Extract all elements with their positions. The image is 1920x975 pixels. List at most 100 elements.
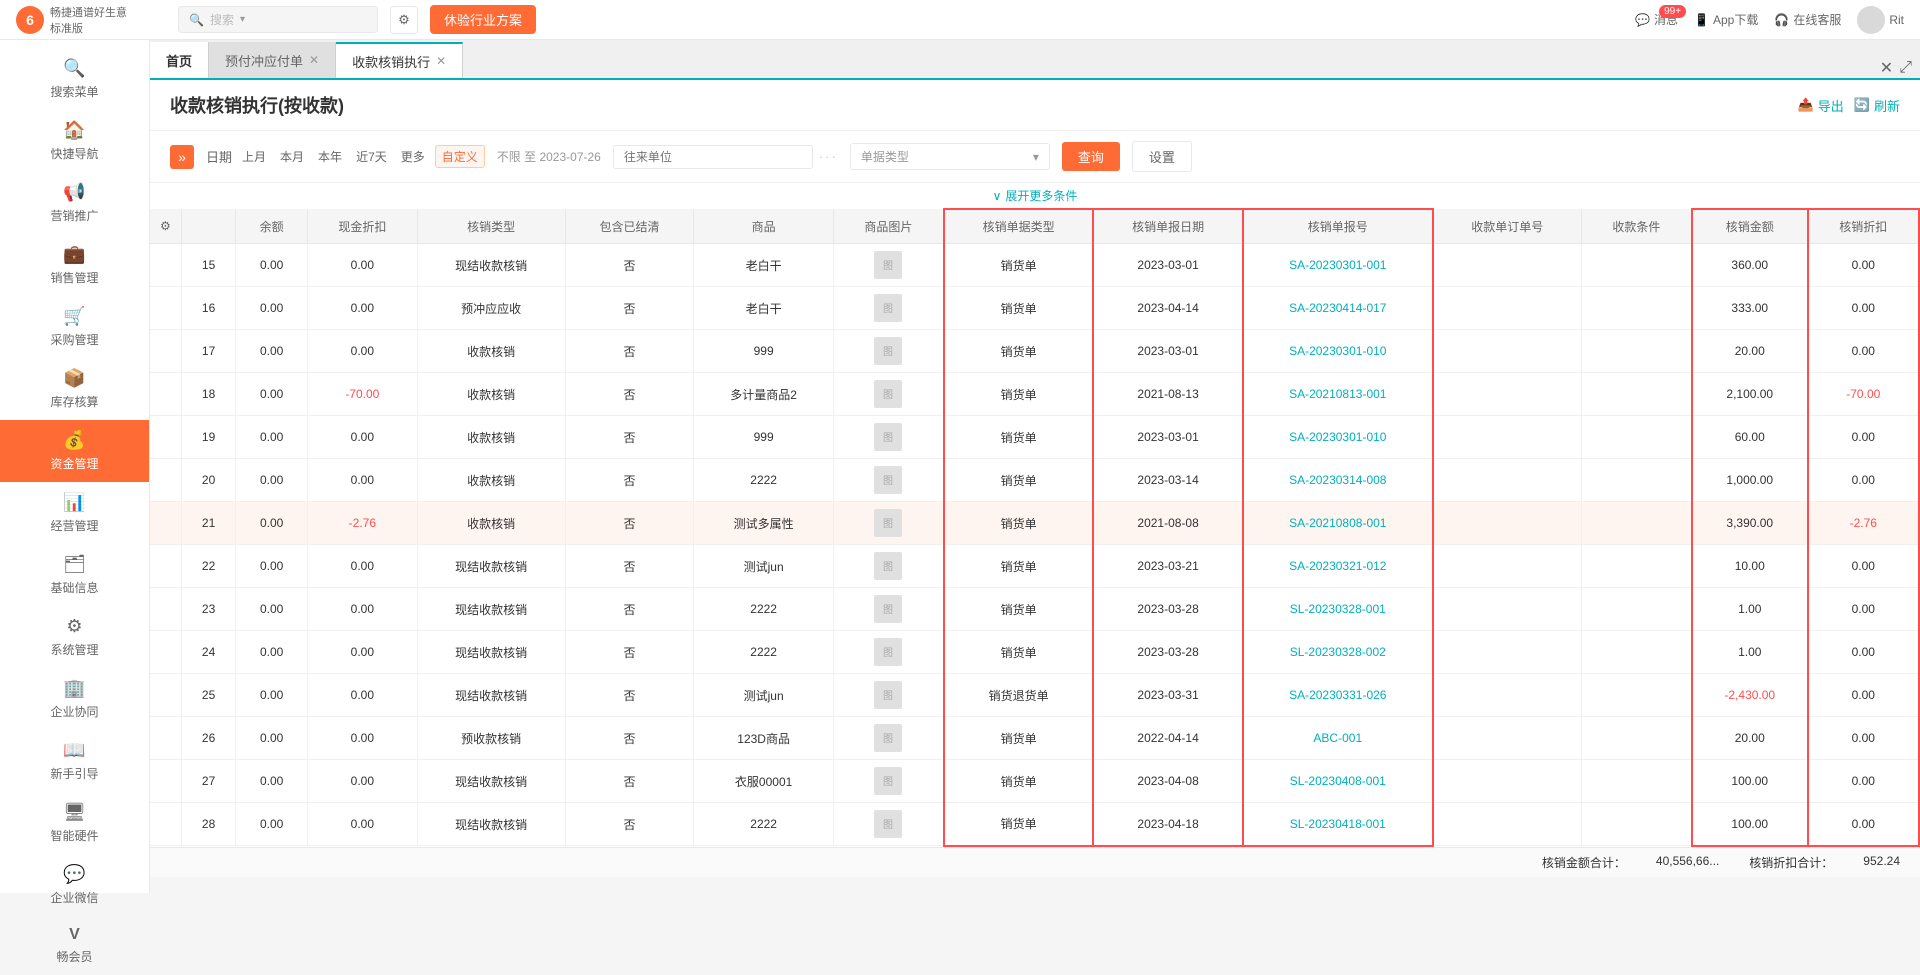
tab-prepaid[interactable]: 预付冲应付单 ✕ — [209, 42, 336, 78]
cell-bill-report-no: SL-20230328-002 — [1243, 631, 1433, 674]
user-menu[interactable]: Rit — [1857, 6, 1904, 34]
last-month-btn[interactable]: 上月 — [238, 146, 270, 167]
cell-write-off-type: 现结收款核销 — [417, 674, 565, 717]
cell-receipt-order-no — [1433, 760, 1582, 803]
cell-include-settled: 否 — [565, 588, 694, 631]
sidebar-item-finance[interactable]: 💰 资金管理 — [0, 420, 149, 482]
cell-write-off-amount: 20.00 — [1692, 330, 1808, 373]
cell-goods-image: 图 — [833, 459, 944, 502]
expand-more-button[interactable]: ∨ 展开更多条件 — [993, 187, 1078, 204]
svg-text:图: 图 — [883, 819, 893, 831]
bill-report-no-link[interactable]: SA-20230301-001 — [1289, 258, 1386, 272]
bill-report-no-link[interactable]: SA-20230301-010 — [1289, 344, 1386, 358]
cell-bill-report-no: SL-20230328-001 — [1243, 588, 1433, 631]
svg-text:图: 图 — [883, 389, 893, 401]
col-header-settings[interactable]: ⚙ — [150, 209, 181, 244]
bill-report-no-link[interactable]: SA-20210808-001 — [1289, 516, 1386, 530]
this-year-btn[interactable]: 本年 — [314, 146, 346, 167]
tab-close-prepaid[interactable]: ✕ — [309, 53, 319, 67]
table-row: 25 0.00 0.00 现结收款核销 否 测试jun 图 销货退货单 2023… — [150, 674, 1919, 717]
bill-report-no-link[interactable]: SL-20230418-001 — [1290, 817, 1386, 831]
cell-include-settled: 否 — [565, 416, 694, 459]
cell-cash-discount: 0.00 — [307, 674, 417, 717]
sidebar-item-operations[interactable]: 📊 经营管理 — [0, 482, 149, 544]
cell-bill-report-date: 2023-03-01 — [1093, 416, 1242, 459]
message-button[interactable]: 💬 消息 99+ — [1635, 11, 1678, 28]
sidebar-item-sales[interactable]: 💼 销售管理 — [0, 234, 149, 296]
cell-receipt-condition — [1581, 674, 1692, 717]
app-download-button[interactable]: 📱 App下载 — [1694, 11, 1758, 28]
cell-bill-report-type: 销货单 — [944, 416, 1093, 459]
cell-goods: 2222 — [694, 459, 833, 502]
cell-include-settled: 否 — [565, 717, 694, 760]
sidebar-item-label: 快捷导航 — [50, 145, 98, 162]
tab-close-receipt[interactable]: ✕ — [436, 54, 446, 68]
filter-toggle-button[interactable]: » — [170, 145, 194, 169]
bill-report-no-link[interactable]: SA-20230301-010 — [1289, 430, 1386, 444]
search-box[interactable]: 🔍 搜索 ▾ — [178, 6, 378, 33]
bill-report-no-link[interactable]: SA-20230414-017 — [1289, 301, 1386, 315]
col-header-receipt-order-no: 收款单订单号 — [1433, 209, 1582, 244]
cell-row-num: 23 — [181, 588, 236, 631]
bill-report-no-link[interactable]: ABC-001 — [1313, 731, 1362, 745]
sidebar-item-hardware[interactable]: 🖥 智能硬件 — [0, 792, 149, 854]
column-settings-icon[interactable]: ⚙ — [160, 219, 171, 233]
filter-setting-button[interactable]: 设置 — [1132, 141, 1192, 172]
cell-row-num: 15 — [181, 244, 236, 287]
bill-report-no-link[interactable]: SA-20210813-001 — [1289, 387, 1386, 401]
query-button[interactable]: 查询 — [1062, 142, 1120, 171]
last-7-days-btn[interactable]: 近7天 — [352, 146, 391, 167]
search-dropdown-arrow[interactable]: ▾ — [240, 14, 245, 25]
cell-bill-report-no: SA-20230414-017 — [1243, 287, 1433, 330]
more-date-btn[interactable]: 更多 — [397, 146, 429, 167]
sidebar-item-system[interactable]: ⚙ 系统管理 — [0, 606, 149, 668]
maximize-icon[interactable]: ⤢ — [1899, 59, 1912, 77]
sidebar-item-label: 新手引导 — [50, 765, 98, 782]
sidebar-item-vip[interactable]: V 畅会员 — [0, 916, 149, 975]
tab-receipt[interactable]: 收款核销执行 ✕ — [336, 42, 463, 78]
cell-settings — [150, 287, 181, 330]
cell-write-off-type: 收款核销 — [417, 502, 565, 545]
this-month-btn[interactable]: 本月 — [276, 146, 308, 167]
close-window-icon[interactable]: ✕ — [1880, 58, 1893, 78]
sidebar-item-search-menu[interactable]: 🔍 搜索菜单 — [0, 48, 149, 110]
partner-dots[interactable]: ··· — [819, 149, 838, 164]
custom-date-btn[interactable]: 自定义 — [435, 145, 485, 168]
cell-write-off-type: 现结收款核销 — [417, 631, 565, 674]
export-button[interactable]: 📤 导出 — [1798, 96, 1844, 115]
sidebar-item-purchase[interactable]: 🛒 采购管理 — [0, 296, 149, 358]
cell-cash-discount: 0.00 — [307, 545, 417, 588]
sidebar-item-guide[interactable]: 📖 新手引导 — [0, 730, 149, 792]
bill-report-no-link[interactable]: SA-20230331-026 — [1289, 688, 1386, 702]
settings-button[interactable]: ⚙ — [390, 6, 418, 34]
cell-cash-discount: -70.00 — [307, 373, 417, 416]
tab-home[interactable]: 首页 — [150, 42, 209, 78]
online-service-button[interactable]: 🎧 在线客服 — [1774, 11, 1841, 28]
bill-report-no-link[interactable]: SL-20230408-001 — [1290, 774, 1386, 788]
refresh-icon: 🔄 — [1854, 97, 1870, 113]
sidebar-item-wechat[interactable]: 💬 企业微信 — [0, 854, 149, 916]
cell-balance: 0.00 — [236, 373, 308, 416]
date-quick-buttons: 上月 本月 本年 近7天 更多 — [238, 146, 429, 167]
bill-report-no-link[interactable]: SL-20230328-002 — [1290, 645, 1386, 659]
message-icon: 💬 — [1635, 13, 1650, 27]
data-table: ⚙ 余额 现金折扣 核销类型 包含已结清 商品 商品图片 核销单据类型 核销单报… — [150, 208, 1920, 847]
bill-report-no-link[interactable]: SL-20230328-001 — [1290, 602, 1386, 616]
partner-input[interactable] — [613, 145, 813, 169]
solution-button[interactable]: 休验行业方案 — [430, 5, 536, 34]
sidebar-item-basic-info[interactable]: 🗂 基础信息 — [0, 544, 149, 606]
col-header-write-off-discount: 核销折扣 — [1808, 209, 1919, 244]
refresh-button[interactable]: 🔄 刷新 — [1854, 96, 1900, 115]
sidebar-item-quick-nav[interactable]: 🏠 快捷导航 — [0, 110, 149, 172]
cell-goods-image: 图 — [833, 760, 944, 803]
bill-report-no-link[interactable]: SA-20230321-012 — [1289, 559, 1386, 573]
bill-report-no-link[interactable]: SA-20230314-008 — [1289, 473, 1386, 487]
cell-receipt-condition — [1581, 330, 1692, 373]
refresh-label: 刷新 — [1874, 96, 1900, 115]
sidebar-item-marketing[interactable]: 📢 营销推广 — [0, 172, 149, 234]
bill-type-select[interactable]: 单据类型 ▾ — [850, 143, 1050, 170]
cell-write-off-discount: 0.00 — [1808, 674, 1919, 717]
sales-icon: 💼 — [63, 244, 85, 265]
sidebar-item-enterprise[interactable]: 🏢 企业协同 — [0, 668, 149, 730]
sidebar-item-inventory[interactable]: 📦 库存核算 — [0, 358, 149, 420]
